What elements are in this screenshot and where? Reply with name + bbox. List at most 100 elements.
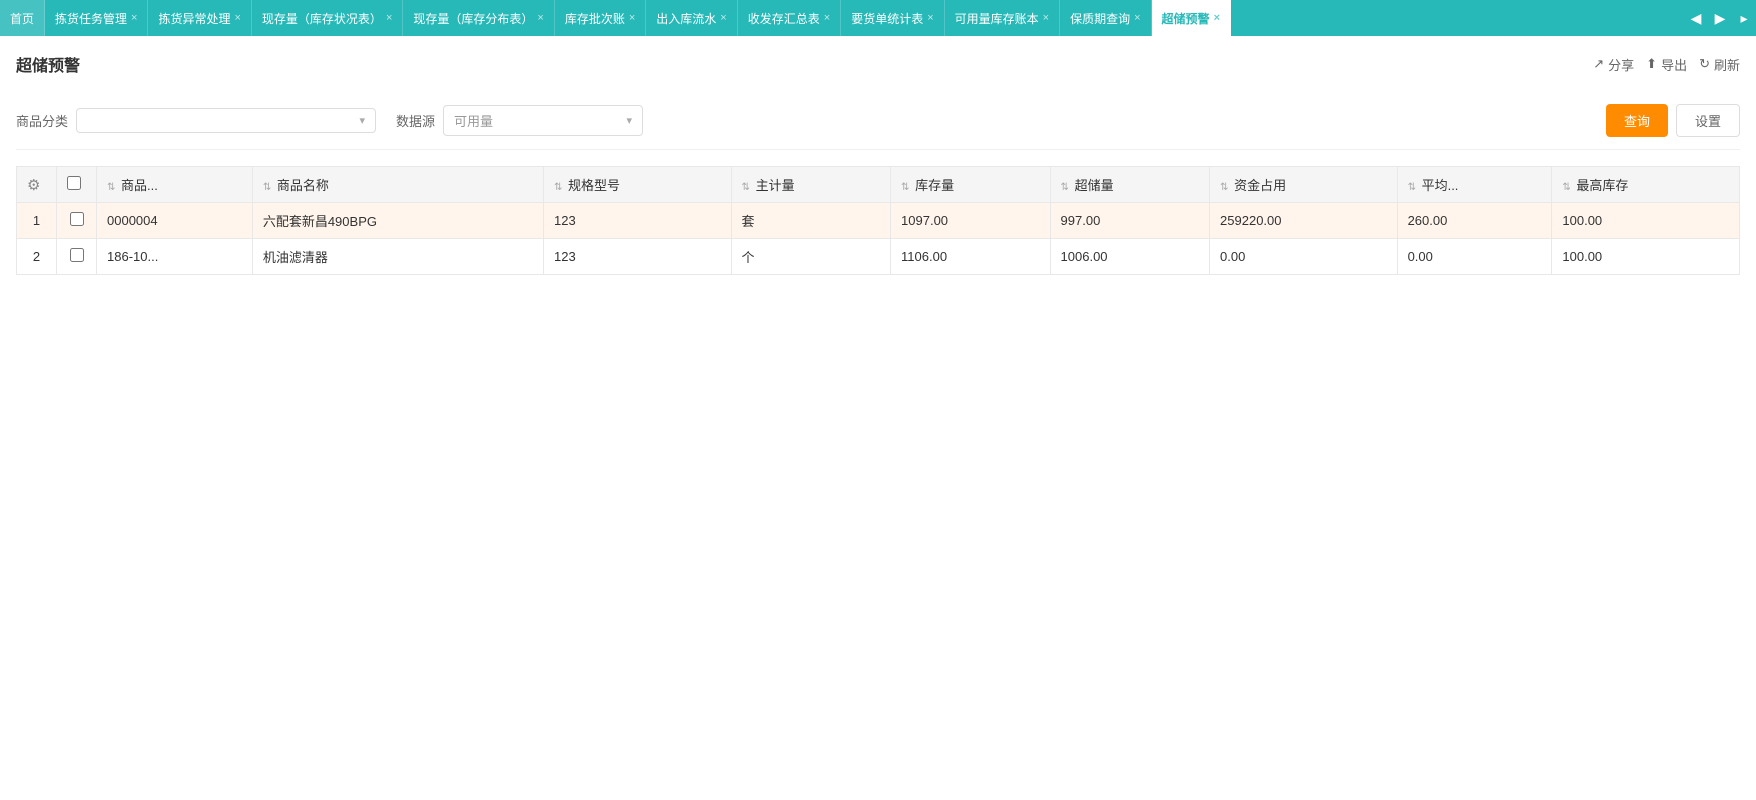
datasource-chevron-icon: ▾ [627, 114, 633, 127]
sort-icon: ⇅ [1562, 182, 1570, 193]
nav-next-button[interactable]: ▶ [1708, 0, 1732, 36]
datasource-label: 数据源 [396, 111, 435, 130]
share-icon: ↗ [1593, 56, 1604, 72]
th-settings: ⚙ [17, 167, 57, 203]
refresh-button[interactable]: ↻ 刷新 [1699, 55, 1740, 74]
datasource-value: 可用量 [454, 111, 493, 130]
close-tab-inout-flow[interactable]: × [720, 12, 726, 24]
nav-tab-inventory-dist[interactable]: 现存量（库存分布表） × [403, 0, 554, 36]
top-nav: 首页 拣货任务管理 × 拣货异常处理 × 现存量（库存状况表） × 现存量（库存… [0, 0, 1756, 36]
category-label: 商品分类 [16, 111, 68, 130]
row-checkbox-cell [57, 239, 97, 275]
header-actions: ↗ 分享 ⬆ 导出 ↻ 刷新 [1593, 55, 1740, 74]
th-capital[interactable]: ⇅ 资金占用 [1210, 167, 1398, 203]
filter-actions: 查询 设置 [1606, 104, 1740, 137]
nav-tab-inout-flow[interactable]: 出入库流水 × [646, 0, 737, 36]
nav-tabs: 首页 拣货任务管理 × 拣货异常处理 × 现存量（库存状况表） × 现存量（库存… [0, 0, 1684, 36]
nav-tab-task-mgmt[interactable]: 拣货任务管理 × [45, 0, 148, 36]
th-product-name[interactable]: ⇅ 商品名称 [252, 167, 543, 203]
nav-more-button[interactable]: ▸ [1732, 0, 1756, 36]
close-tab-inventory-dist[interactable]: × [537, 12, 543, 24]
close-tab-quality-check[interactable]: × [1134, 12, 1140, 24]
row-num: 1 [17, 203, 57, 239]
data-table: ⚙ ⇅ 商品... ⇅ 商品名称 ⇅ 规格型号 ⇅ [16, 166, 1740, 275]
table-gear-icon[interactable]: ⚙ [27, 177, 40, 194]
share-button[interactable]: ↗ 分享 [1593, 55, 1634, 74]
th-product-code[interactable]: ⇅ 商品... [97, 167, 253, 203]
sort-icon: ⇅ [1408, 182, 1416, 193]
close-tab-task-mgmt[interactable]: × [131, 12, 137, 24]
datasource-select[interactable]: 可用量 ▾ [443, 105, 643, 136]
page-header: 超储预警 ↗ 分享 ⬆ 导出 ↻ 刷新 [16, 52, 1740, 76]
row-avg: 260.00 [1397, 203, 1552, 239]
nav-tab-inventory-status[interactable]: 现存量（库存状况表） × [252, 0, 403, 36]
row-product-name: 机油滤清器 [252, 239, 543, 275]
refresh-icon: ↻ [1699, 56, 1710, 72]
row-unit: 个 [731, 239, 891, 275]
row-capital: 0.00 [1210, 239, 1398, 275]
datasource-filter: 数据源 可用量 ▾ [396, 105, 643, 136]
row-max-stock: 100.00 [1552, 239, 1740, 275]
settings-button[interactable]: 设置 [1676, 104, 1740, 137]
nav-tab-overstock-warning[interactable]: 超储预警 × [1152, 0, 1231, 36]
th-overstock[interactable]: ⇅ 超储量 [1050, 167, 1210, 203]
sort-icon: ⇅ [1061, 182, 1069, 193]
close-tab-inventory-status[interactable]: × [386, 12, 392, 24]
query-button[interactable]: 查询 [1606, 104, 1668, 137]
row-checkbox[interactable] [70, 248, 84, 262]
close-tab-overstock-warning[interactable]: × [1214, 12, 1220, 24]
sort-icon: ⇅ [901, 182, 909, 193]
nav-prev-button[interactable]: ◀ [1684, 0, 1708, 36]
row-product-code: 0000004 [97, 203, 253, 239]
th-checkbox [57, 167, 97, 203]
th-spec[interactable]: ⇅ 规格型号 [544, 167, 732, 203]
table-header-row: ⚙ ⇅ 商品... ⇅ 商品名称 ⇅ 规格型号 ⇅ [17, 167, 1740, 203]
page-title: 超储预警 [16, 52, 80, 76]
row-unit: 套 [731, 203, 891, 239]
export-button[interactable]: ⬆ 导出 [1646, 55, 1687, 74]
row-capital: 259220.00 [1210, 203, 1398, 239]
category-filter: 商品分类 ▾ [16, 108, 376, 133]
row-overstock: 997.00 [1050, 203, 1210, 239]
sort-icon: ⇅ [554, 182, 562, 193]
row-spec: 123 [544, 239, 732, 275]
category-chevron-icon: ▾ [359, 114, 365, 127]
export-icon: ⬆ [1646, 56, 1657, 72]
sort-icon: ⇅ [1220, 182, 1228, 193]
close-tab-available-account[interactable]: × [1043, 12, 1049, 24]
nav-tab-quality-check[interactable]: 保质期查询 × [1060, 0, 1151, 36]
category-select[interactable]: ▾ [76, 108, 376, 133]
close-tab-receive-send[interactable]: × [824, 12, 830, 24]
page-content: 超储预警 ↗ 分享 ⬆ 导出 ↻ 刷新 商品分类 ▾ 数据源 [0, 36, 1756, 800]
nav-tab-order-stats[interactable]: 要货单统计表 × [841, 0, 944, 36]
nav-tab-receive-send[interactable]: 收发存汇总表 × [738, 0, 841, 36]
row-product-name: 六配套新昌490BPG [252, 203, 543, 239]
row-overstock: 1006.00 [1050, 239, 1210, 275]
row-avg: 0.00 [1397, 239, 1552, 275]
close-tab-order-stats[interactable]: × [927, 12, 933, 24]
row-num: 2 [17, 239, 57, 275]
select-all-checkbox[interactable] [67, 176, 81, 190]
row-spec: 123 [544, 203, 732, 239]
row-checkbox[interactable] [70, 212, 84, 226]
th-max-stock[interactable]: ⇅ 最高库存 [1552, 167, 1740, 203]
nav-tab-abnormal[interactable]: 拣货异常处理 × [148, 0, 251, 36]
close-tab-abnormal[interactable]: × [234, 12, 240, 24]
nav-tab-available-account[interactable]: 可用量库存账本 × [945, 0, 1060, 36]
close-tab-batch[interactable]: × [629, 12, 635, 24]
sort-icon: ⇅ [742, 182, 750, 193]
table-row: 1 0000004 六配套新昌490BPG 123 套 1097.00 997.… [17, 203, 1740, 239]
nav-tab-batch[interactable]: 库存批次账 × [555, 0, 646, 36]
row-stock: 1106.00 [891, 239, 1051, 275]
row-stock: 1097.00 [891, 203, 1051, 239]
sort-icon: ⇅ [263, 182, 271, 193]
nav-arrows: ◀ ▶ ▸ [1684, 0, 1756, 36]
nav-tab-home[interactable]: 首页 [0, 0, 45, 36]
th-unit[interactable]: ⇅ 主计量 [731, 167, 891, 203]
row-max-stock: 100.00 [1552, 203, 1740, 239]
table-row: 2 186-10... 机油滤清器 123 个 1106.00 1006.00 … [17, 239, 1740, 275]
th-avg[interactable]: ⇅ 平均... [1397, 167, 1552, 203]
row-product-code: 186-10... [97, 239, 253, 275]
th-stock[interactable]: ⇅ 库存量 [891, 167, 1051, 203]
sort-icon: ⇅ [107, 182, 115, 193]
